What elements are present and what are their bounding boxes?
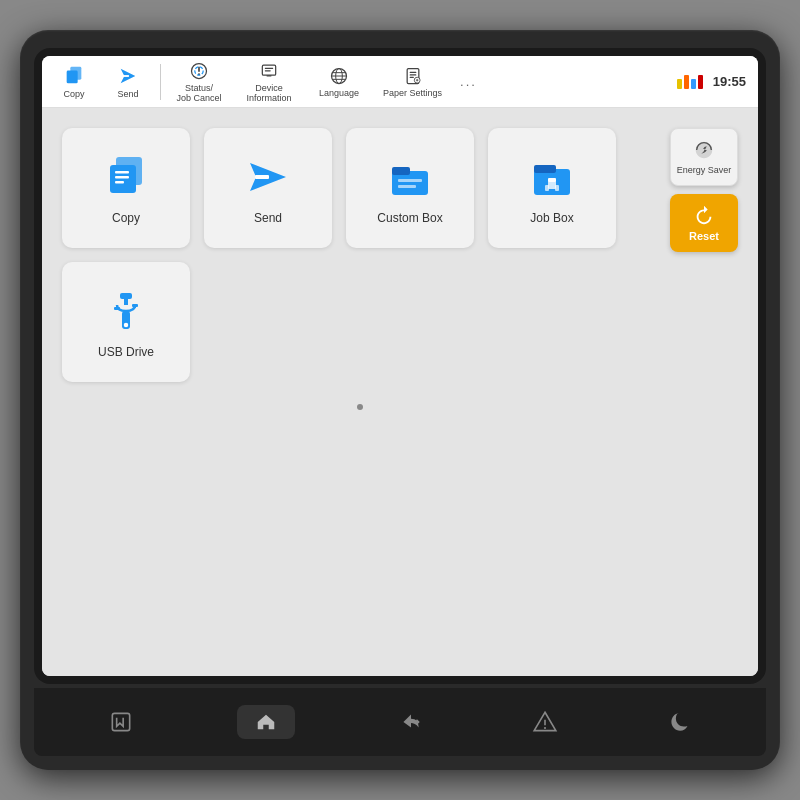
alert-icon	[532, 709, 558, 735]
side-buttons: Energy Saver Reset	[670, 128, 738, 656]
sleep-btn[interactable]	[661, 704, 697, 740]
svg-rect-49	[112, 713, 129, 730]
language-label: Language	[319, 88, 359, 98]
svg-rect-36	[534, 165, 556, 173]
apps-row-1: Copy Send	[62, 128, 658, 248]
custom-box-tile-label: Custom Box	[377, 211, 442, 225]
hardware-bar	[34, 688, 766, 756]
send-icon	[242, 151, 294, 203]
svg-rect-18	[409, 71, 416, 72]
alert-btn[interactable]	[527, 704, 563, 740]
svg-rect-9	[265, 67, 273, 68]
svg-rect-3	[123, 75, 129, 77]
header-send-btn[interactable]: Send	[108, 65, 148, 99]
sleep-icon	[666, 709, 692, 735]
copy-tile-label: Copy	[112, 211, 140, 225]
svg-rect-48	[132, 304, 138, 307]
energy-saver-btn[interactable]: Energy Saver	[670, 128, 738, 186]
color-bar-red	[698, 75, 703, 89]
header-right: 19:55	[677, 74, 746, 89]
forward-icon	[398, 709, 424, 735]
reset-btn[interactable]: Reset	[670, 194, 738, 252]
paper-settings-btn[interactable]: Paper Settings	[383, 66, 442, 98]
header-divider	[160, 64, 161, 100]
svg-rect-34	[398, 185, 416, 188]
color-bar-orange	[684, 75, 689, 89]
svg-rect-33	[398, 179, 422, 182]
svg-rect-41	[120, 293, 132, 299]
status-job-label: Status/ Job Cancel	[176, 83, 221, 103]
color-bar-blue	[691, 79, 696, 89]
usb-drive-tile[interactable]: USB Drive	[62, 262, 190, 382]
header-bar: Copy Send	[42, 56, 758, 108]
svg-rect-47	[114, 307, 120, 310]
language-btn[interactable]: Language	[313, 66, 365, 98]
custom-box-icon	[384, 151, 436, 203]
home-icon	[255, 711, 277, 733]
svg-rect-19	[409, 74, 416, 75]
page-dot-1	[357, 404, 363, 410]
time-display: 19:55	[713, 74, 746, 89]
svg-rect-40	[555, 185, 559, 191]
device-info-label: Device Information	[246, 83, 291, 103]
nfc-icon	[108, 709, 134, 735]
header-send-label: Send	[117, 89, 138, 99]
send-tile[interactable]: Send	[204, 128, 332, 248]
apps-grid: Copy Send	[62, 128, 658, 656]
svg-rect-27	[115, 176, 129, 179]
svg-rect-30	[255, 175, 269, 179]
usb-drive-tile-label: USB Drive	[98, 345, 154, 359]
svg-point-51	[544, 727, 546, 729]
energy-saver-icon	[693, 139, 715, 161]
more-menu-btn[interactable]: ...	[460, 74, 477, 89]
svg-rect-11	[267, 75, 272, 76]
svg-rect-20	[409, 76, 413, 77]
header-copy-label: Copy	[63, 89, 84, 99]
apps-row-2: USB Drive	[62, 262, 658, 382]
svg-rect-1	[67, 70, 78, 83]
svg-rect-28	[115, 181, 124, 184]
nfc-btn[interactable]	[103, 704, 139, 740]
header-copy-btn[interactable]: Copy	[54, 65, 94, 99]
header-nav-actions: Status/ Job Cancel Device Information	[173, 61, 677, 103]
svg-rect-38	[548, 178, 556, 182]
header-quick-actions: Copy Send	[54, 65, 148, 99]
svg-rect-32	[392, 167, 410, 175]
job-box-tile[interactable]: Job Box	[488, 128, 616, 248]
device-info-btn[interactable]: Device Information	[243, 61, 295, 103]
usb-drive-icon	[100, 285, 152, 337]
reset-icon	[693, 204, 715, 226]
svg-point-44	[123, 322, 129, 328]
page-indicator	[62, 396, 658, 418]
screen: Copy Send	[42, 56, 758, 676]
color-bar-yellow	[677, 79, 682, 89]
job-box-tile-label: Job Box	[530, 211, 573, 225]
home-btn[interactable]	[237, 705, 295, 739]
energy-saver-label: Energy Saver	[677, 165, 732, 176]
forward-btn[interactable]	[393, 704, 429, 740]
device-body: Copy Send	[20, 30, 780, 770]
svg-rect-25	[110, 165, 136, 193]
svg-rect-42	[124, 299, 128, 305]
svg-rect-39	[545, 185, 549, 191]
status-job-btn[interactable]: Status/ Job Cancel	[173, 61, 225, 103]
svg-rect-26	[115, 171, 129, 174]
svg-rect-37	[548, 181, 556, 189]
main-content: Copy Send	[42, 108, 758, 676]
reset-label: Reset	[689, 230, 719, 242]
copy-icon	[100, 151, 152, 203]
screen-bezel: Copy Send	[34, 48, 766, 684]
custom-box-tile[interactable]: Custom Box	[346, 128, 474, 248]
svg-rect-10	[265, 70, 271, 71]
job-box-icon	[526, 151, 578, 203]
copy-tile[interactable]: Copy	[62, 128, 190, 248]
color-bars	[677, 75, 703, 89]
send-tile-label: Send	[254, 211, 282, 225]
svg-rect-8	[262, 65, 275, 75]
paper-settings-label: Paper Settings	[383, 88, 442, 98]
